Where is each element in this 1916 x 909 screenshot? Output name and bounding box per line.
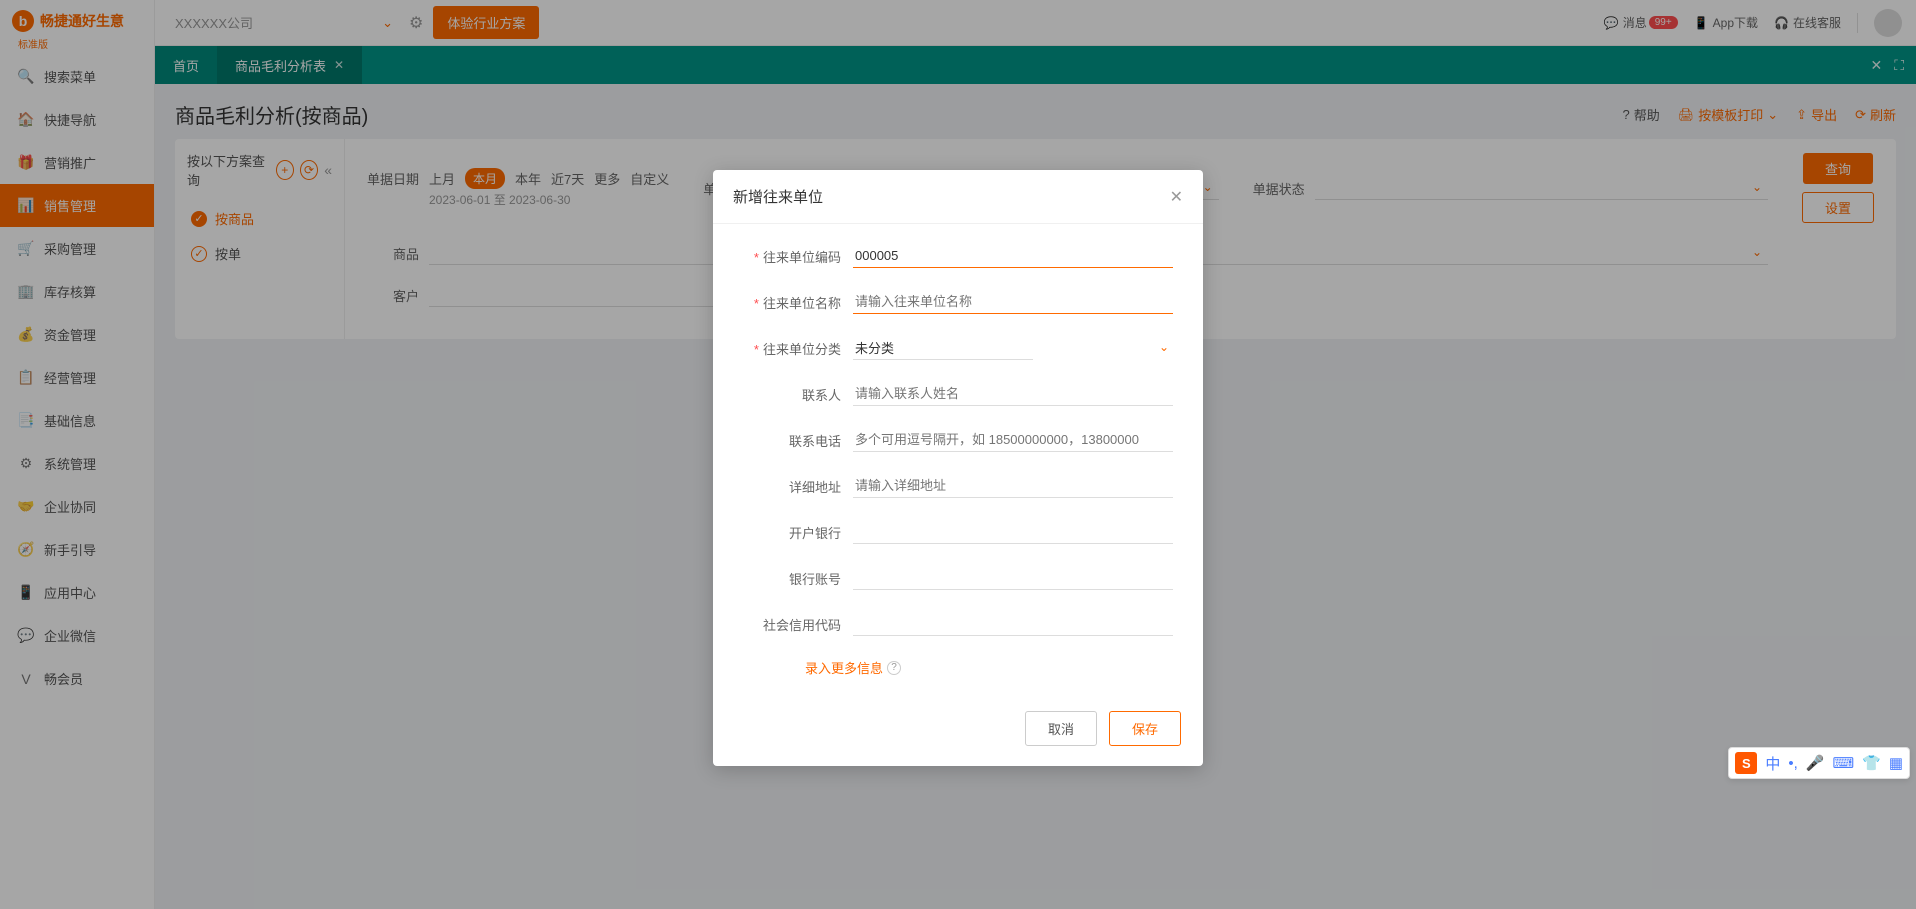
cancel-button[interactable]: 取消 (1025, 711, 1097, 746)
ime-skin-icon[interactable]: 👕 (1862, 754, 1881, 772)
ime-bar[interactable]: S 中 •, 🎤 ⌨ 👕 ▦ (1728, 747, 1910, 779)
chevron-down-icon: ⌄ (1159, 340, 1169, 354)
credit-label: 社会信用代码 (743, 615, 853, 634)
category-select[interactable] (853, 336, 1033, 360)
bank-input[interactable] (853, 520, 1173, 544)
contact-label: 联系人 (743, 385, 853, 404)
app-root: b 畅捷通好生意 标准版 🔍搜索菜单🏠快捷导航🎁营销推广📊销售管理🛒采购管理🏢库… (0, 0, 1916, 909)
name-label: 往来单位名称 (743, 293, 853, 312)
category-label: 往来单位分类 (743, 339, 853, 358)
ime-mic-icon[interactable]: 🎤 (1806, 754, 1825, 772)
phone-input[interactable] (853, 428, 1173, 452)
ime-logo-icon: S (1735, 752, 1757, 774)
account-label: 银行账号 (743, 569, 853, 588)
save-button[interactable]: 保存 (1109, 711, 1181, 746)
modal: 新增往来单位 ✕ 往来单位编码 往来单位名称 往来单位分类 ⌄ (713, 170, 1203, 766)
address-label: 详细地址 (743, 477, 853, 496)
help-icon: ? (887, 661, 901, 675)
phone-label: 联系电话 (743, 431, 853, 450)
modal-body: 往来单位编码 往来单位名称 往来单位分类 ⌄ 联系人 (713, 224, 1203, 697)
bank-label: 开户银行 (743, 523, 853, 542)
account-input[interactable] (853, 566, 1173, 590)
address-input[interactable] (853, 474, 1173, 498)
contact-input[interactable] (853, 382, 1173, 406)
modal-header: 新增往来单位 ✕ (713, 170, 1203, 224)
ime-menu-icon[interactable]: ▦ (1889, 754, 1903, 772)
code-label: 往来单位编码 (743, 247, 853, 266)
modal-overlay: 新增往来单位 ✕ 往来单位编码 往来单位名称 往来单位分类 ⌄ (0, 0, 1916, 909)
modal-footer: 取消 保存 (713, 697, 1203, 766)
credit-input[interactable] (853, 612, 1173, 636)
code-input[interactable] (853, 244, 1173, 268)
ime-keyboard-icon[interactable]: ⌨ (1832, 754, 1854, 772)
ime-punct-icon[interactable]: •, (1788, 755, 1797, 772)
name-input[interactable] (853, 290, 1173, 314)
ime-lang[interactable]: 中 (1765, 753, 1780, 774)
more-info-link[interactable]: 录入更多信息 ? (805, 658, 901, 677)
modal-title: 新增往来单位 (733, 186, 823, 207)
close-icon[interactable]: ✕ (1170, 187, 1183, 207)
